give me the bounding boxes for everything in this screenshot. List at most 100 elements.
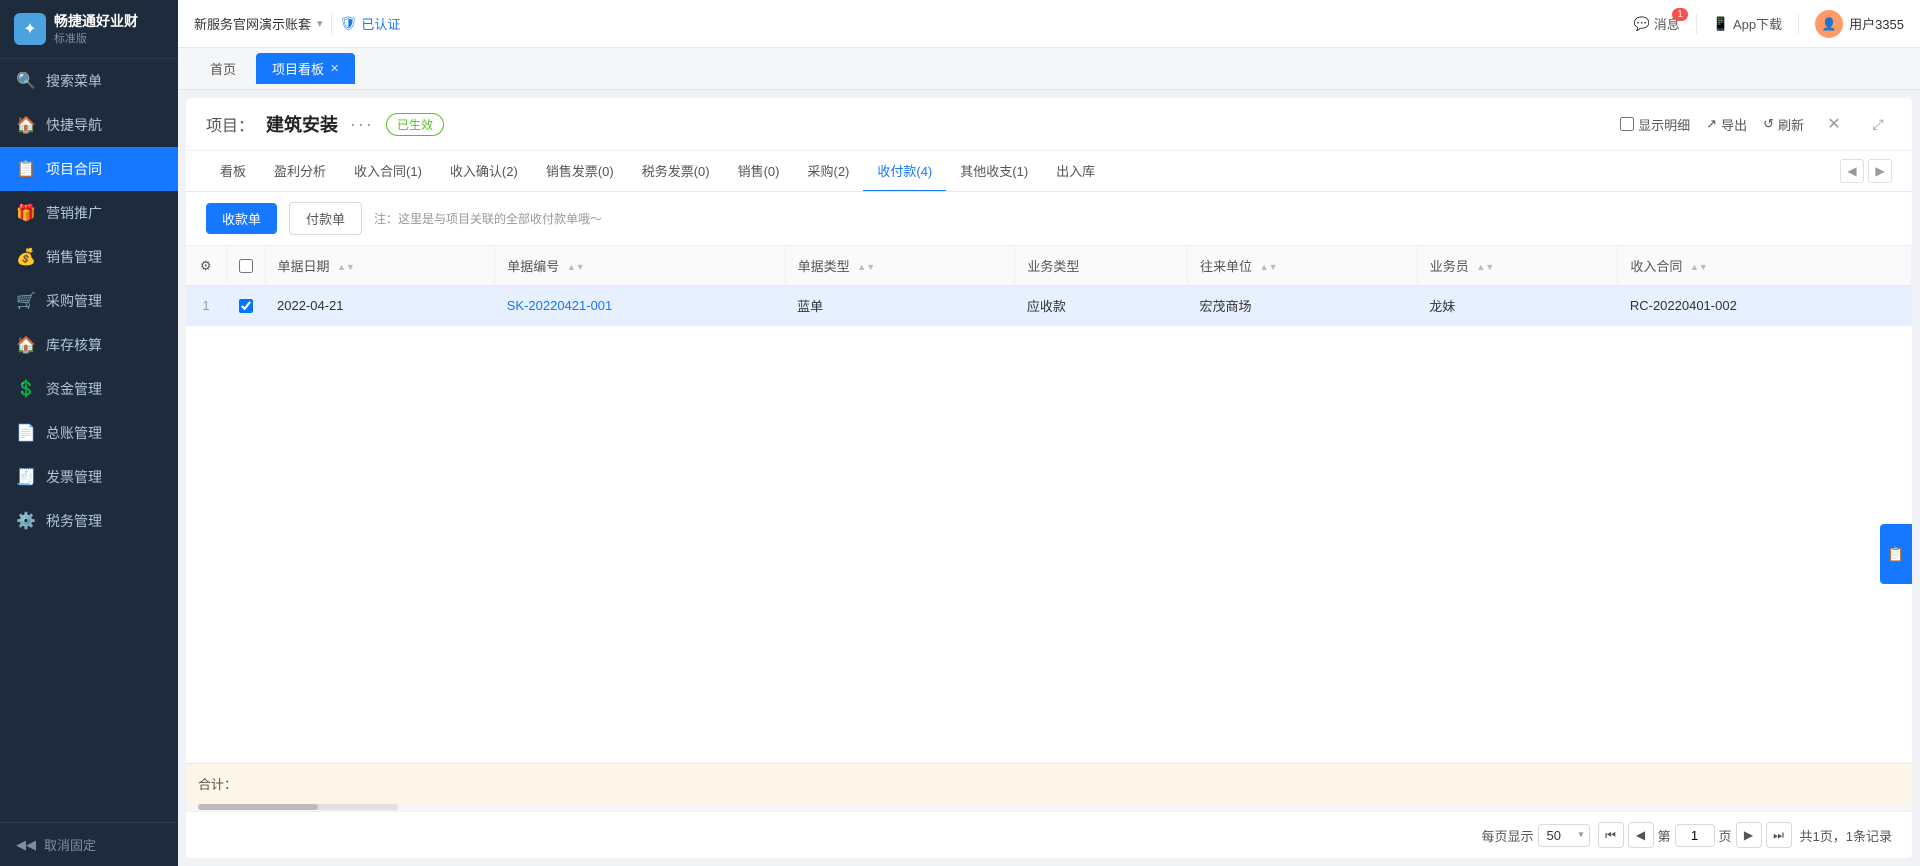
sub-tab-tax-invoice-label: 税务发票(0) xyxy=(642,164,710,179)
topbar: 新服务官网演示账套 ▾ 🛡 已认证 💬 消息 1 📱 App下载 👤 xyxy=(178,0,1920,48)
page-nav: ⏮ ◀ 第 页 ▶ ⏭ xyxy=(1598,822,1792,848)
message-btn[interactable]: 💬 消息 1 xyxy=(1634,14,1680,33)
payment-bill-btn[interactable]: 付款单 xyxy=(289,202,362,235)
settings-icon: ⚙ xyxy=(200,258,212,273)
refresh-btn[interactable]: ↺ 刷新 xyxy=(1763,115,1804,134)
sidebar-item-quick-nav[interactable]: 🏠 快捷导航 xyxy=(0,103,178,147)
sidebar-item-fund-mgmt[interactable]: 💲 资金管理 xyxy=(0,367,178,411)
sub-tab-receipt[interactable]: 收付款(4) xyxy=(863,151,946,192)
sidebar-item-ledger-mgmt[interactable]: 📄 总账管理 xyxy=(0,411,178,455)
chevron-down-icon: ▾ xyxy=(317,17,323,30)
ledger-icon: 📄 xyxy=(16,423,36,443)
user-menu[interactable]: 👤 用户3355 xyxy=(1815,10,1904,38)
sort-arrows-date: ▲▼ xyxy=(337,263,355,272)
app-logo: ✦ 畅捷通好业财 标准版 xyxy=(0,0,178,59)
export-icon: ↗ xyxy=(1706,116,1717,132)
main-area: 新服务官网演示账套 ▾ 🛡 已认证 💬 消息 1 📱 App下载 👤 xyxy=(178,0,1920,866)
sub-tab-warehouse[interactable]: 出入库 xyxy=(1042,151,1109,192)
td-income-contract: RC-20220401-002 xyxy=(1618,286,1912,326)
sidebar-item-inventory[interactable]: 🏠 库存核算 xyxy=(0,323,178,367)
tab-close-icon[interactable]: ✕ xyxy=(330,62,339,75)
fund-icon: 💲 xyxy=(16,379,36,399)
show-detail-checkbox[interactable] xyxy=(1620,117,1634,131)
sidebar-item-search[interactable]: 🔍 搜索菜单 xyxy=(0,59,178,103)
floating-icon: 📋 xyxy=(1887,546,1904,563)
th-partner[interactable]: 往来单位 ▲▼ xyxy=(1188,246,1418,286)
page-size-select[interactable]: 50 100 200 xyxy=(1538,824,1590,847)
th-type[interactable]: 单据类型 ▲▼ xyxy=(785,246,1015,286)
th-date[interactable]: 单据日期 ▲▼ xyxy=(265,246,495,286)
tab-home[interactable]: 首页 xyxy=(194,53,252,84)
first-page-btn[interactable]: ⏮ xyxy=(1598,822,1624,848)
sidebar-item-label: 总账管理 xyxy=(46,423,102,443)
unpin-footer[interactable]: ◀◀ 取消固定 xyxy=(0,822,178,866)
sort-arrows-partner: ▲▼ xyxy=(1260,263,1278,272)
cart-icon: 🛒 xyxy=(16,291,36,311)
th-salesman[interactable]: 业务员 ▲▼ xyxy=(1417,246,1618,286)
account-selector[interactable]: 新服务官网演示账套 ▾ xyxy=(194,14,323,33)
th-checkbox xyxy=(226,246,265,286)
sidebar-item-label: 发票管理 xyxy=(46,467,102,487)
export-btn[interactable]: ↗ 导出 xyxy=(1706,115,1747,134)
sub-tab-purchase[interactable]: 采购(2) xyxy=(793,151,863,192)
sidebar-item-sales-mgmt[interactable]: 💰 销售管理 xyxy=(0,235,178,279)
scrollbar-thumb[interactable] xyxy=(198,804,318,810)
app-version: 标准版 xyxy=(54,30,138,46)
sort-arrows-type: ▲▼ xyxy=(857,263,875,272)
tab-project-board[interactable]: 项目看板 ✕ xyxy=(256,53,355,84)
horizontal-scrollbar[interactable] xyxy=(186,803,1912,811)
sidebar-item-purchase-mgmt[interactable]: 🛒 采购管理 xyxy=(0,279,178,323)
expand-btn[interactable]: ⤢ xyxy=(1864,110,1892,138)
select-all-checkbox[interactable] xyxy=(239,259,253,273)
sub-tab-sales[interactable]: 销售(0) xyxy=(724,151,794,192)
sub-tab-sales-invoice[interactable]: 销售发票(0) xyxy=(532,151,628,192)
th-income-contract[interactable]: 收入合同 ▲▼ xyxy=(1618,246,1912,286)
account-name: 新服务官网演示账套 xyxy=(194,14,311,33)
sidebar-item-marketing[interactable]: 🎁 营销推广 xyxy=(0,191,178,235)
receipt-bill-btn[interactable]: 收款单 xyxy=(206,203,277,234)
sub-tab-profit-analysis[interactable]: 盈利分析 xyxy=(260,151,340,192)
sidebar-item-tax-mgmt[interactable]: ⚙️ 税务管理 xyxy=(0,499,178,543)
refresh-icon: ↺ xyxy=(1763,116,1774,132)
th-number-label: 单据编号 xyxy=(507,259,559,274)
sidebar-item-invoice-mgmt[interactable]: 🧾 发票管理 xyxy=(0,455,178,499)
topbar-right: 💬 消息 1 📱 App下载 👤 用户3355 xyxy=(1634,10,1904,38)
th-salesman-label: 业务员 xyxy=(1430,259,1469,274)
topbar-left: 新服务官网演示账套 ▾ 🛡 已认证 xyxy=(194,14,1622,34)
close-btn[interactable]: ✕ xyxy=(1820,110,1848,138)
project-header: 项目： 建筑安装 ··· 已生效 显示明细 ↗ 导出 ↺ 刷新 ✕ ⤢ xyxy=(186,98,1912,151)
sidebar-item-project-contract[interactable]: 📋 项目合同 xyxy=(0,147,178,191)
sub-tab-sales-label: 销售(0) xyxy=(738,164,780,179)
next-page-btn[interactable]: ▶ xyxy=(1736,822,1762,848)
table-wrap: ⚙ 单据日期 ▲▼ 单据编号 ▲▼ xyxy=(186,246,1912,763)
page-size-prefix-label: 每页显示 xyxy=(1481,826,1533,845)
page-size-select-wrap[interactable]: 50 100 200 xyxy=(1538,824,1590,847)
sub-tab-other-income[interactable]: 其他收支(1) xyxy=(946,151,1042,192)
sub-tabs-prev[interactable]: ◀ xyxy=(1840,159,1864,183)
prev-page-btn[interactable]: ◀ xyxy=(1628,822,1654,848)
sub-tab-income-contract[interactable]: 收入合同(1) xyxy=(340,151,436,192)
search-icon: 🔍 xyxy=(16,71,36,91)
row-checkbox[interactable] xyxy=(239,299,253,313)
show-detail-btn[interactable]: 显示明细 xyxy=(1620,115,1690,134)
sub-tab-kanban[interactable]: 看板 xyxy=(206,151,260,192)
sidebar-item-label: 营销推广 xyxy=(46,203,102,223)
sub-tab-sales-invoice-label: 销售发票(0) xyxy=(546,164,614,179)
sub-tab-income-confirm[interactable]: 收入确认(2) xyxy=(436,151,532,192)
total-record-label: 共1页，1条记录 xyxy=(1800,826,1892,845)
table-row[interactable]: 1 2022-04-21 SK-20220421-001 xyxy=(186,286,1912,326)
floating-right-btn[interactable]: 📋 xyxy=(1880,524,1912,584)
th-number[interactable]: 单据编号 ▲▼ xyxy=(495,246,785,286)
sub-tabs-next[interactable]: ▶ xyxy=(1868,159,1892,183)
username: 用户3355 xyxy=(1849,14,1904,33)
sub-tab-tax-invoice[interactable]: 税务发票(0) xyxy=(628,151,724,192)
sort-arrows-salesman: ▲▼ xyxy=(1476,263,1494,272)
last-page-btn[interactable]: ⏭ xyxy=(1766,822,1792,848)
app-download-btn[interactable]: 📱 App下载 xyxy=(1713,14,1782,33)
divider3 xyxy=(1798,14,1799,34)
page-number-input[interactable] xyxy=(1675,824,1715,847)
th-settings[interactable]: ⚙ xyxy=(186,246,226,286)
more-options-icon[interactable]: ··· xyxy=(350,114,374,135)
document-number-link[interactable]: SK-20220421-001 xyxy=(507,298,613,313)
message-icon: 💬 xyxy=(1634,16,1650,32)
